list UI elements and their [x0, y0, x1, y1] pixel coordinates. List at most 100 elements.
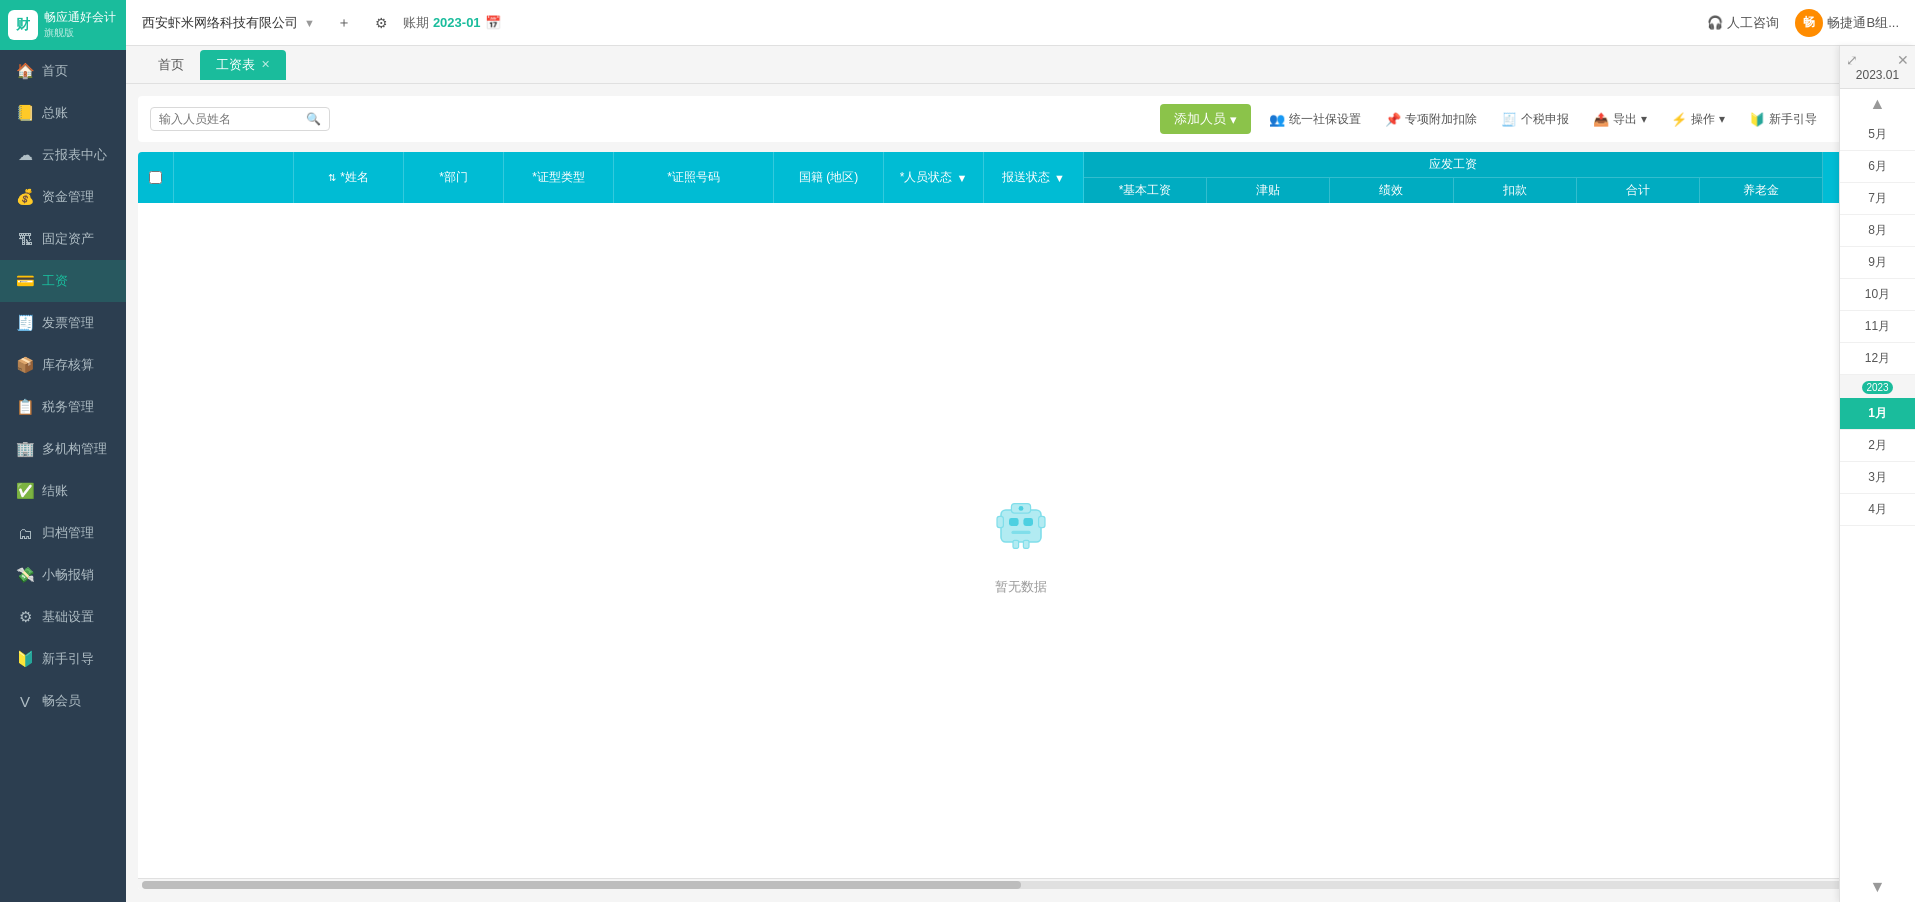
th-pension: 养老金	[1700, 178, 1822, 203]
company-name: 西安虾米网络科技有限公司	[142, 14, 298, 32]
th-idtype: *证型类型	[504, 152, 614, 203]
right-panel: ✕ ⤢ 2023.01 ▲ 5月 6月 7月 8月 9月 10月 11月 12月	[1839, 46, 1915, 902]
year-badge: 2023	[1862, 381, 1892, 394]
sidebar-item-label: 发票管理	[42, 314, 94, 332]
table-scrollbar[interactable]	[138, 878, 1903, 890]
tab-close-icon[interactable]: ✕	[261, 58, 270, 71]
sidebar-item-ledger[interactable]: 📒 总账	[0, 92, 126, 134]
sidebar-item-label: 小畅报销	[42, 566, 94, 584]
th-country: 国籍 (地区)	[774, 152, 884, 203]
th-name[interactable]: ⇅ *姓名	[294, 152, 404, 203]
th-check[interactable]	[138, 152, 174, 203]
month-item-12[interactable]: 12月	[1840, 343, 1915, 375]
month-item-10[interactable]: 10月	[1840, 279, 1915, 311]
svg-rect-3	[1011, 530, 1030, 533]
sidebar-item-expense[interactable]: 💸 小畅报销	[0, 554, 126, 596]
svg-point-7	[1018, 506, 1023, 511]
archive-icon: 🗂	[16, 525, 34, 542]
add-company-button[interactable]: ＋	[331, 10, 357, 36]
table-header-row1: ⇅ *姓名 *部门 *证型类型 *证照号码 国籍 (地区) *人员状态 ▼	[138, 152, 1903, 203]
th-dept: *部门	[404, 152, 504, 203]
settlement-icon: ✅	[16, 482, 34, 500]
user-avatar: 畅	[1795, 9, 1823, 37]
ai-service-button[interactable]: 🎧 人工咨询	[1707, 14, 1779, 32]
month-item-11[interactable]: 11月	[1840, 311, 1915, 343]
add-person-button[interactable]: 添加人员 ▾	[1160, 104, 1251, 134]
month-item-2[interactable]: 2月	[1840, 430, 1915, 462]
sidebar-item-settings[interactable]: ⚙ 基础设置	[0, 596, 126, 638]
right-panel-date-label: 2023.01	[1856, 68, 1899, 82]
month-item-5[interactable]: 5月	[1840, 119, 1915, 151]
main-area: 西安虾米网络科技有限公司 ▼ ＋ ⚙ 账期 2023-01 📅 🎧 人工咨询 畅…	[126, 0, 1915, 902]
sidebar-item-cloud-report[interactable]: ☁ 云报表中心	[0, 134, 126, 176]
scrollbar-thumb[interactable]	[142, 881, 1021, 889]
month-item-1[interactable]: 1月	[1840, 398, 1915, 430]
month-item-4[interactable]: 4月	[1840, 494, 1915, 526]
th-base-salary: *基本工资	[1084, 178, 1207, 203]
svg-rect-0	[1001, 510, 1041, 542]
toolbar-right: 添加人员 ▾ 👥 统一社保设置 📌 专项附加扣除 🧾 个税申报 📤	[1160, 104, 1891, 134]
right-panel-close-button[interactable]: ✕	[1897, 52, 1909, 68]
user-name: 畅捷通B组...	[1827, 14, 1899, 32]
headset-icon: 🎧	[1707, 15, 1723, 30]
special-deduction-button[interactable]: 📌 专项附加扣除	[1379, 107, 1483, 132]
sidebar-item-label: 云报表中心	[42, 146, 107, 164]
sidebar-item-label: 畅会员	[42, 692, 81, 710]
company-settings-button[interactable]: ⚙	[369, 10, 395, 36]
sidebar-item-salary[interactable]: 💳 工资	[0, 260, 126, 302]
export-button[interactable]: 📤 导出 ▾	[1587, 107, 1653, 132]
sidebar-item-settlement[interactable]: ✅ 结账	[0, 470, 126, 512]
app-logo[interactable]: 财 畅应通好会计 旗舰版	[0, 0, 126, 50]
calendar-icon[interactable]: 📅	[485, 15, 501, 30]
month-item-7[interactable]: 7月	[1840, 183, 1915, 215]
guide-button[interactable]: 🔰 新手引导	[1743, 107, 1823, 132]
sidebar-item-fund[interactable]: 💰 资金管理	[0, 176, 126, 218]
company-selector[interactable]: 西安虾米网络科技有限公司 ▼	[142, 14, 315, 32]
personal-tax-button[interactable]: 🧾 个税申报	[1495, 107, 1575, 132]
operations-button[interactable]: ⚡ 操作 ▾	[1665, 107, 1731, 132]
tax-icon: 📋	[16, 398, 34, 416]
year-divider: 2023	[1840, 375, 1915, 398]
sidebar-item-fixed-assets[interactable]: 🏗 固定资产	[0, 218, 126, 260]
search-wrap[interactable]: 🔍	[150, 107, 330, 131]
right-panel-expand-button[interactable]: ⤢	[1846, 52, 1858, 68]
guide-icon: 🔰	[16, 650, 34, 668]
tab-salary-table[interactable]: 工资表 ✕	[200, 50, 286, 80]
select-all-checkbox[interactable]	[149, 171, 162, 184]
month-item-6[interactable]: 6月	[1840, 151, 1915, 183]
sidebar-item-inventory[interactable]: 📦 库存核算	[0, 344, 126, 386]
nav-up-button[interactable]: ▲	[1840, 89, 1915, 119]
month-item-8[interactable]: 8月	[1840, 215, 1915, 247]
sidebar-item-label: 固定资产	[42, 230, 94, 248]
th-report[interactable]: 报送状态 ▼	[984, 152, 1084, 203]
th-status[interactable]: *人员状态 ▼	[884, 152, 984, 203]
sidebar-item-member[interactable]: V 畅会员	[0, 680, 126, 722]
month-item-3[interactable]: 3月	[1840, 462, 1915, 494]
topbar: 西安虾米网络科技有限公司 ▼ ＋ ⚙ 账期 2023-01 📅 🎧 人工咨询 畅…	[126, 0, 1915, 46]
th-deduction: 扣款	[1454, 178, 1577, 203]
guide-label: 新手引导	[1769, 111, 1817, 128]
tab-home[interactable]: 首页	[142, 50, 200, 80]
sidebar-item-invoice[interactable]: 🧾 发票管理	[0, 302, 126, 344]
ledger-icon: 📒	[16, 104, 34, 122]
filter-report-icon: ▼	[1054, 172, 1065, 184]
sidebar-item-archive[interactable]: 🗂 归档管理	[0, 512, 126, 554]
app-edition: 旗舰版	[44, 26, 116, 40]
export-arrow-icon: ▾	[1641, 112, 1647, 126]
th-salary-subs: *基本工资 津贴 绩效 扣款 合计	[1084, 178, 1822, 203]
company-dropdown-icon: ▼	[304, 17, 315, 29]
th-salary-group-label: 应发工资	[1084, 152, 1822, 178]
guide-toolbar-icon: 🔰	[1749, 112, 1765, 127]
scrollbar-track[interactable]	[142, 881, 1899, 889]
nav-down-button[interactable]: ▼	[1840, 872, 1915, 902]
sidebar-item-guide[interactable]: 🔰 新手引导	[0, 638, 126, 680]
search-input[interactable]	[159, 112, 300, 126]
empty-icon	[981, 486, 1061, 566]
month-item-9[interactable]: 9月	[1840, 247, 1915, 279]
sidebar-item-home[interactable]: 🏠 首页	[0, 50, 126, 92]
sidebar-item-multi-org[interactable]: 🏢 多机构管理	[0, 428, 126, 470]
sidebar-item-tax[interactable]: 📋 税务管理	[0, 386, 126, 428]
social-security-button[interactable]: 👥 统一社保设置	[1263, 107, 1367, 132]
sidebar-item-label: 多机构管理	[42, 440, 107, 458]
user-menu[interactable]: 畅 畅捷通B组...	[1795, 9, 1899, 37]
